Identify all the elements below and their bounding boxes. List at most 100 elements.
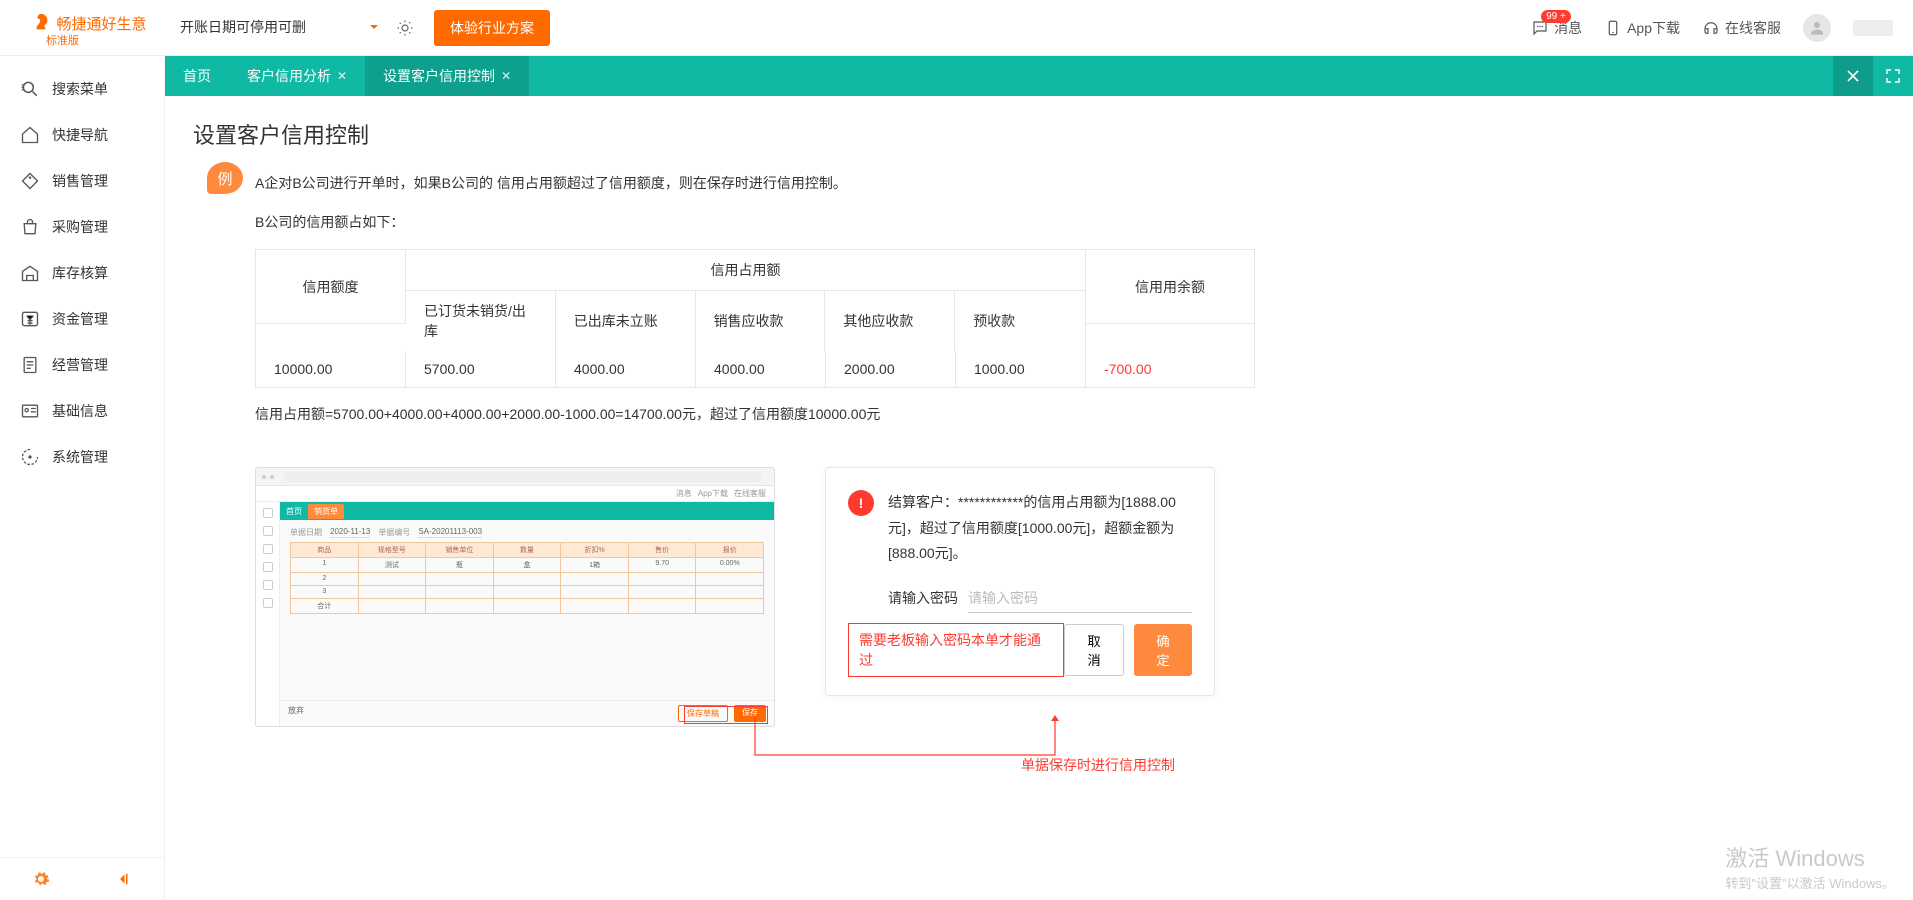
close-icon: [1846, 69, 1860, 83]
sidebar-footer: [0, 857, 164, 900]
th-balance: 信用用余额: [1086, 250, 1254, 324]
mini-no-label: 单据编号: [378, 527, 410, 538]
brand-logo[interactable]: 畅捷通好生意 标准版: [0, 7, 165, 48]
mini-date-label: 单据日期: [290, 527, 322, 538]
sidebar-item-finance[interactable]: 资金管理: [0, 296, 164, 342]
sidebar-item-label: 搜索菜单: [52, 79, 108, 99]
brand-name: 畅捷通好生意: [56, 13, 146, 34]
close-icon[interactable]: ✕: [337, 69, 347, 83]
cancel-button[interactable]: 取消: [1064, 624, 1124, 676]
sidebar-item-label: 快捷导航: [52, 125, 108, 145]
connector-caption: 单据保存时进行信用控制: [325, 755, 1871, 775]
cta-experience-button[interactable]: 体验行业方案: [434, 10, 550, 46]
th-occupied: 信用占用额: [406, 250, 1085, 291]
sidebar-item-purchase[interactable]: 采购管理: [0, 204, 164, 250]
sidebar: 搜索菜单 快捷导航 销售管理 采购管理 库存核算 资金管理: [0, 56, 165, 900]
sidebar-item-label: 库存核算: [52, 263, 108, 283]
tab-credit-analysis[interactable]: 客户信用分析 ✕: [229, 56, 365, 96]
cycle-icon: [20, 447, 40, 467]
example-badge: 例: [207, 162, 243, 194]
tab-home[interactable]: 首页: [165, 56, 229, 96]
collapse-sidebar-icon[interactable]: [113, 870, 133, 888]
sidebar-item-search[interactable]: 搜索菜单: [0, 66, 164, 112]
settings-icon[interactable]: [32, 870, 50, 888]
home-icon: [20, 125, 40, 145]
document-icon: [20, 355, 40, 375]
brand-mark-icon: [30, 12, 52, 34]
th-col3: 销售应收款: [696, 291, 826, 351]
mini-save-button: 保存: [734, 705, 766, 722]
warehouse-icon: [20, 263, 40, 283]
page-content: 设置客户信用控制 例 A企对B公司进行开单时，如果B公司的 信用占用额超过了信用…: [165, 96, 1913, 900]
sidebar-item-inventory[interactable]: 库存核算: [0, 250, 164, 296]
mini-tab-home: 首页: [286, 506, 302, 517]
sidebar-item-sales[interactable]: 销售管理: [0, 158, 164, 204]
mini-save-draft-button: 保存草稿: [678, 705, 728, 722]
calculation-line: 信用占用额=5700.00+4000.00+4000.00+2000.00-10…: [255, 402, 1871, 427]
chevron-down-icon: [368, 21, 380, 33]
th-col2: 已出库未立账: [556, 291, 696, 351]
td-v4: 2000.00: [826, 351, 956, 387]
credit-warning-dialog: ! 结算客户：************的信用占用额为[1888.00元]，超过了…: [825, 467, 1215, 696]
example-paragraph-2: B公司的信用额占如下：: [255, 209, 1871, 236]
tab-label: 首页: [183, 66, 211, 86]
th-col4: 其他应收款: [825, 291, 955, 351]
td-v1: 5700.00: [406, 351, 556, 387]
support-button[interactable]: 在线客服: [1702, 18, 1781, 38]
td-v2: 4000.00: [556, 351, 696, 387]
th-col1: 已订货未销货/出库: [406, 291, 556, 351]
sidebar-item-basic-info[interactable]: 基础信息: [0, 388, 164, 434]
support-label: 在线客服: [1725, 18, 1781, 38]
password-input[interactable]: 请输入密码: [968, 584, 1192, 613]
user-avatar[interactable]: [1803, 14, 1831, 42]
page-title: 设置客户信用控制: [165, 96, 1913, 160]
tag-icon: [20, 171, 40, 191]
download-label: App下载: [1627, 18, 1680, 38]
sidebar-item-label: 销售管理: [52, 171, 108, 191]
bag-icon: [20, 217, 40, 237]
th-col5: 预收款: [955, 291, 1085, 351]
brand-edition: 标准版: [46, 32, 79, 48]
search-icon: [20, 79, 40, 99]
mini-date-value: 2020-11-13: [330, 526, 370, 538]
dropdown-label-text: 开账日期可停用可删: [180, 17, 306, 37]
sidebar-item-label: 经营管理: [52, 355, 108, 375]
dialog-note: 需要老板输入密码本单才能通过: [848, 623, 1064, 677]
ok-button[interactable]: 确定: [1134, 624, 1192, 676]
tab-credit-control[interactable]: 设置客户信用控制 ✕: [365, 56, 529, 96]
sidebar-item-operations[interactable]: 经营管理: [0, 342, 164, 388]
sidebar-item-shortcut[interactable]: 快捷导航: [0, 112, 164, 158]
td-balance: -700.00: [1086, 351, 1254, 387]
td-v3: 4000.00: [696, 351, 826, 387]
gear-icon[interactable]: [396, 19, 414, 37]
user-icon: [1808, 19, 1826, 37]
dialog-message: 结算客户：************的信用占用额为[1888.00元]，超过了信用…: [888, 490, 1192, 566]
mobile-icon: [1604, 19, 1622, 37]
messages-button[interactable]: 消息 99 +: [1531, 18, 1582, 38]
fullscreen-icon: [1885, 68, 1901, 84]
sidebar-item-label: 采购管理: [52, 217, 108, 237]
user-name-placeholder[interactable]: [1853, 20, 1893, 36]
messages-badge: 99 +: [1541, 10, 1571, 23]
close-icon[interactable]: ✕: [501, 69, 511, 83]
headset-icon: [1702, 19, 1720, 37]
sidebar-item-label: 系统管理: [52, 447, 108, 467]
tab-label: 设置客户信用控制: [383, 66, 495, 86]
card-icon: [20, 401, 40, 421]
app-download-button[interactable]: App下载: [1604, 18, 1680, 38]
tab-close-all-button[interactable]: [1833, 56, 1873, 96]
sidebar-item-label: 资金管理: [52, 309, 108, 329]
sidebar-item-label: 基础信息: [52, 401, 108, 421]
mini-no-value: SA-20201113-003: [418, 526, 482, 538]
topbar: 畅捷通好生意 标准版 开账日期可停用可删 体验行业方案 消息 99 + App下…: [0, 0, 1913, 56]
example-paragraph-1: A企对B公司进行开单时，如果B公司的 信用占用额超过了信用额度，则在保存时进行信…: [255, 170, 1871, 197]
yen-icon: [20, 309, 40, 329]
tab-fullscreen-button[interactable]: [1873, 56, 1913, 96]
illustration-screenshot: 消息App下载在线客服 首页 销货单: [255, 467, 775, 727]
account-period-dropdown[interactable]: 开账日期可停用可删: [180, 17, 380, 38]
sidebar-item-system[interactable]: 系统管理: [0, 434, 164, 480]
th-credit-limit: 信用额度: [256, 250, 406, 324]
tab-label: 客户信用分析: [247, 66, 331, 86]
tab-row: 首页 客户信用分析 ✕ 设置客户信用控制 ✕: [165, 56, 1913, 96]
topbar-actions: 消息 99 + App下载 在线客服: [1531, 14, 1893, 42]
